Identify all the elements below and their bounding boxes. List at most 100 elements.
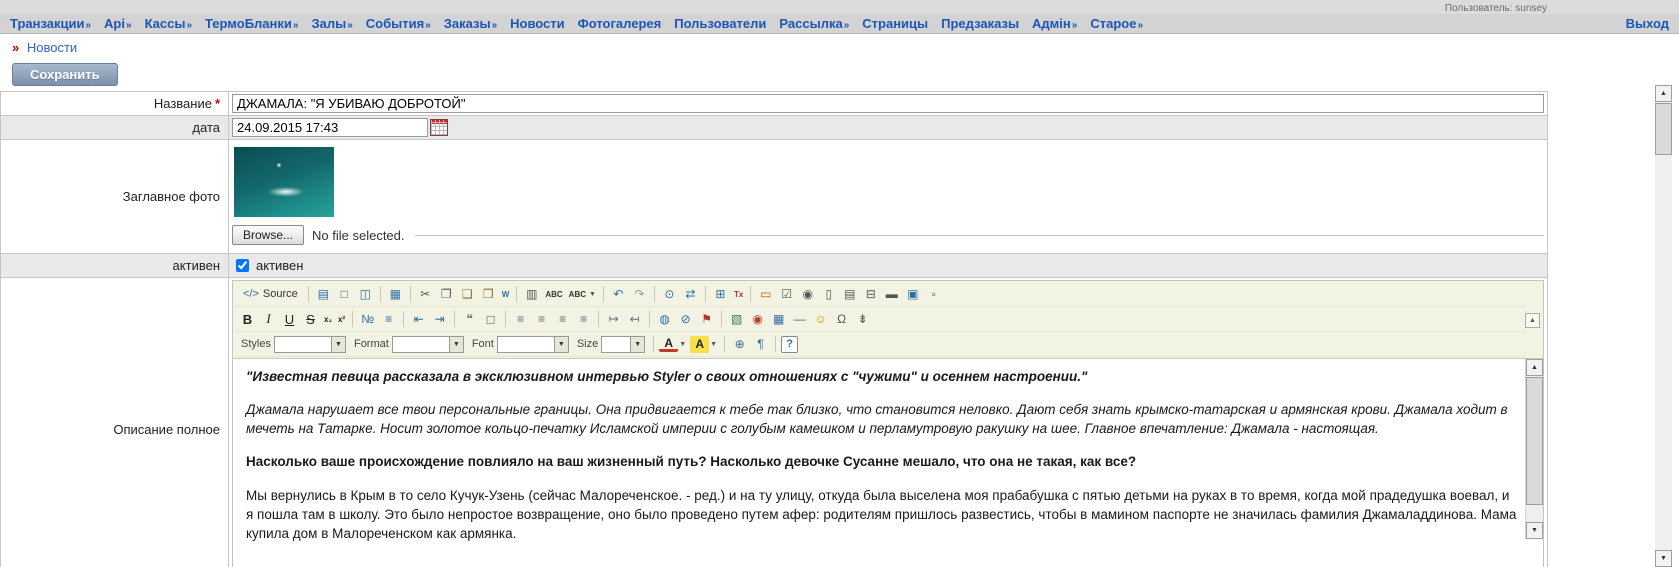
- date-input[interactable]: [232, 118, 428, 137]
- anchor-icon[interactable]: ⚑: [697, 311, 716, 328]
- undo-icon[interactable]: ↶: [609, 286, 628, 303]
- italic-icon[interactable]: I: [259, 311, 278, 328]
- numbered-list-icon[interactable]: №: [358, 311, 377, 328]
- textarea-icon[interactable]: ▤: [840, 286, 859, 303]
- save-button[interactable]: Сохранить: [12, 63, 118, 86]
- indent-icon[interactable]: ⇥: [430, 311, 449, 328]
- superscript-icon[interactable]: x²: [336, 311, 347, 328]
- field-value-date: [229, 116, 1547, 139]
- subscript-icon[interactable]: x₂: [322, 311, 334, 328]
- image-icon[interactable]: ▧: [727, 311, 746, 328]
- menu-item-thermo-blanks[interactable]: ТермоБланки»: [205, 16, 298, 31]
- spell-check-icon[interactable]: ABC: [543, 286, 564, 303]
- copy-icon[interactable]: ❐: [437, 286, 456, 303]
- special-char-icon[interactable]: Ω: [832, 311, 851, 328]
- bidi-ltr-icon[interactable]: ↦: [604, 311, 623, 328]
- redo-icon[interactable]: ↷: [630, 286, 649, 303]
- bulleted-list-icon[interactable]: ≡: [379, 311, 398, 328]
- justify-right-icon[interactable]: ≡: [553, 311, 572, 328]
- show-blocks-icon[interactable]: ¶: [751, 336, 770, 353]
- styles-dropdown[interactable]: Styles ▼: [241, 335, 346, 353]
- menu-item-admin[interactable]: Адмін»: [1032, 16, 1077, 31]
- outdent-icon[interactable]: ⇤: [409, 311, 428, 328]
- menu-item-mailing[interactable]: Рассылка»: [779, 16, 849, 31]
- menu-item-api[interactable]: Api»: [104, 16, 132, 31]
- maximize-icon[interactable]: ⊕: [730, 336, 749, 353]
- menu-item-pages[interactable]: Страницы: [862, 16, 928, 31]
- menu-item-news[interactable]: Новости: [510, 16, 565, 31]
- source-icon[interactable]: </> Source: [238, 286, 303, 303]
- format-dropdown[interactable]: Format ▼: [354, 335, 464, 353]
- table-icon[interactable]: ▦: [769, 311, 788, 328]
- size-dropdown[interactable]: Size ▼: [577, 335, 646, 353]
- breadcrumb-link-news[interactable]: Новости: [27, 40, 77, 55]
- replace-icon[interactable]: ⇄: [681, 286, 700, 303]
- justify-block-icon[interactable]: ≡: [574, 311, 593, 328]
- image-button-icon[interactable]: ▣: [903, 286, 922, 303]
- new-page-icon[interactable]: □: [335, 286, 354, 303]
- page-break-icon[interactable]: ⇟: [853, 311, 872, 328]
- justify-center-icon[interactable]: ≡: [532, 311, 551, 328]
- select-all-icon[interactable]: ⊞: [711, 286, 730, 303]
- smiley-icon[interactable]: ☺: [811, 311, 830, 328]
- underline-icon[interactable]: U: [280, 311, 299, 328]
- editor-scrollbar-thumb[interactable]: [1526, 377, 1543, 505]
- editor-scroll-down-icon[interactable]: ▼: [1526, 522, 1543, 539]
- browse-button[interactable]: Browse...: [232, 225, 305, 245]
- paste-text-icon[interactable]: ❒: [479, 286, 498, 303]
- menu-item-cash-desks[interactable]: Кассы»: [145, 16, 192, 31]
- page-scrollbar[interactable]: ▲ ▼: [1655, 85, 1672, 567]
- preview-icon[interactable]: ◫: [356, 286, 375, 303]
- checkbox-icon[interactable]: ☑: [777, 286, 796, 303]
- blockquote-icon[interactable]: ❝: [460, 311, 479, 328]
- paste-icon[interactable]: ❑: [458, 286, 477, 303]
- title-input[interactable]: [232, 94, 1544, 113]
- flash-icon[interactable]: ◉: [748, 311, 767, 328]
- editor-scrollbar[interactable]: ▲ ▼: [1525, 359, 1543, 539]
- save-icon[interactable]: ▤: [314, 286, 333, 303]
- remove-format-icon[interactable]: Tx: [732, 286, 745, 303]
- menu-item-transactions[interactable]: Транзакции»: [10, 16, 91, 31]
- create-div-icon[interactable]: ◻: [481, 311, 500, 328]
- paste-from-word-icon[interactable]: W: [500, 286, 512, 303]
- editor-content-area[interactable]: "Известная певица рассказала в эксклюзив…: [233, 359, 1543, 567]
- active-checkbox[interactable]: [236, 259, 249, 272]
- editor-scroll-up-icon[interactable]: ▲: [1526, 359, 1543, 376]
- chevron-down-icon: ▼: [553, 336, 568, 352]
- about-icon[interactable]: ?: [781, 335, 799, 353]
- menu-item-halls[interactable]: Залы»: [311, 16, 352, 31]
- font-dropdown[interactable]: Font ▼: [472, 335, 569, 353]
- radio-button-icon[interactable]: ◉: [798, 286, 817, 303]
- menu-item-events[interactable]: События»: [366, 16, 431, 31]
- menu-item-orders[interactable]: Заказы»: [444, 16, 497, 31]
- menu-item-old[interactable]: Старое»: [1090, 16, 1143, 31]
- page-scroll-down-icon[interactable]: ▼: [1655, 550, 1672, 567]
- find-icon[interactable]: ⊙: [660, 286, 679, 303]
- menu-item-photo-gallery[interactable]: Фотогалерея: [578, 16, 662, 31]
- print-icon[interactable]: ▥: [522, 286, 541, 303]
- link-icon[interactable]: ◍: [655, 311, 674, 328]
- form-icon[interactable]: ▭: [756, 286, 775, 303]
- bold-icon[interactable]: B: [238, 311, 257, 328]
- button-icon[interactable]: ▬: [882, 286, 901, 303]
- menu-item-preorders[interactable]: Предзаказы: [941, 16, 1019, 31]
- unlink-icon[interactable]: ⊘: [676, 311, 695, 328]
- cut-icon[interactable]: ✂: [416, 286, 435, 303]
- horizontal-rule-icon[interactable]: —: [790, 311, 809, 328]
- justify-left-icon[interactable]: ≡: [511, 311, 530, 328]
- toolbar-collapse-button[interactable]: ▲: [1525, 313, 1540, 328]
- page-scroll-up-icon[interactable]: ▲: [1655, 85, 1672, 102]
- calendar-icon[interactable]: [430, 119, 448, 136]
- templates-icon[interactable]: ▦: [386, 286, 405, 303]
- select-field-icon[interactable]: ⊟: [861, 286, 880, 303]
- scayt-icon[interactable]: ABC: [567, 286, 588, 303]
- logout-link[interactable]: Выход: [1626, 16, 1669, 31]
- bidi-rtl-icon[interactable]: ↤: [625, 311, 644, 328]
- menu-item-users[interactable]: Пользователи: [674, 16, 766, 31]
- page-scrollbar-thumb[interactable]: [1655, 103, 1672, 155]
- background-color-icon[interactable]: A: [690, 335, 710, 353]
- text-color-icon[interactable]: A: [659, 336, 679, 352]
- strike-through-icon[interactable]: S: [301, 311, 320, 328]
- text-field-icon[interactable]: ▯: [819, 286, 838, 303]
- hidden-field-icon[interactable]: ▫: [924, 286, 943, 303]
